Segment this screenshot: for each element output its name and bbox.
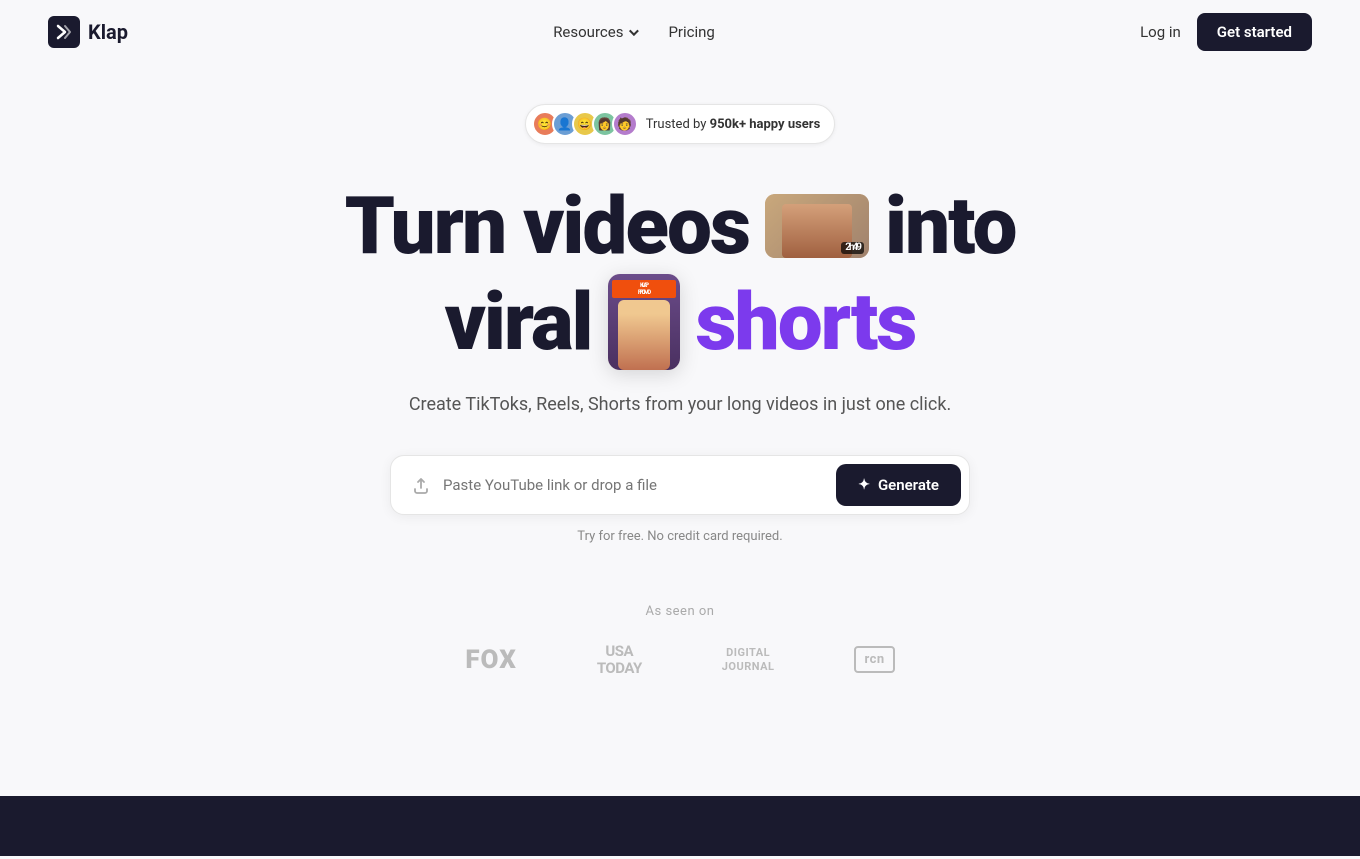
upload-icon [411, 475, 431, 495]
media-logos: FOX USA TODAY DIGITAL JOURNAL rcn [465, 643, 894, 676]
headline-row-1: Turn videos 2h49 into [345, 184, 1016, 268]
headline-row-2: viral KLAPPROMO shorts [345, 274, 1016, 370]
generate-button[interactable]: ✦ Generate [836, 464, 961, 506]
nav-pricing[interactable]: Pricing [668, 23, 714, 41]
hero-section: 😊 👤 😄 👩 🧑 Trusted by 950k+ happy users T… [0, 64, 1360, 736]
headline-shorts: shorts [696, 280, 916, 364]
logo-text: Klap [88, 20, 128, 44]
fox-logo: FOX [465, 645, 517, 675]
sparkle-icon: ✦ [858, 477, 870, 493]
get-started-button[interactable]: Get started [1197, 13, 1312, 51]
nav-links: Resources Pricing [553, 23, 715, 41]
trust-text: Trusted by 950k+ happy users [646, 117, 821, 132]
as-seen-on-section: As seen on FOX USA TODAY DIGITAL JOURNAL… [24, 604, 1336, 676]
youtube-url-input[interactable] [443, 476, 824, 494]
chevron-down-icon [629, 26, 639, 36]
navbar: Klap Resources Pricing Log in Get starte… [0, 0, 1360, 64]
rcn-logo: rcn [854, 646, 894, 673]
digital-journal-logo: DIGITAL JOURNAL [722, 646, 775, 672]
logo[interactable]: Klap [48, 16, 128, 48]
video-thumbnail-tall: KLAPPROMO [608, 274, 680, 370]
subheadline: Create TikToks, Reels, Shorts from your … [409, 394, 951, 415]
url-input-area: ✦ Generate [390, 455, 970, 515]
avatar: 🧑 [612, 111, 638, 137]
video-duration: 2h49 [841, 242, 864, 255]
logo-icon [48, 16, 80, 48]
usa-today-logo: USA TODAY [597, 643, 642, 676]
footer-strip [0, 796, 1360, 856]
login-button[interactable]: Log in [1140, 23, 1181, 41]
as-seen-label: As seen on [646, 604, 715, 619]
trust-badge: 😊 👤 😄 👩 🧑 Trusted by 950k+ happy users [525, 104, 836, 144]
free-trial-text: Try for free. No credit card required. [577, 529, 782, 544]
video-thumbnail-wide: 2h49 [765, 194, 869, 258]
nav-resources[interactable]: Resources [553, 23, 636, 41]
nav-actions: Log in Get started [1140, 13, 1312, 51]
headline: Turn videos 2h49 into viral KLAPPROMO sh… [345, 184, 1016, 370]
trust-avatars: 😊 👤 😄 👩 🧑 [532, 111, 638, 137]
